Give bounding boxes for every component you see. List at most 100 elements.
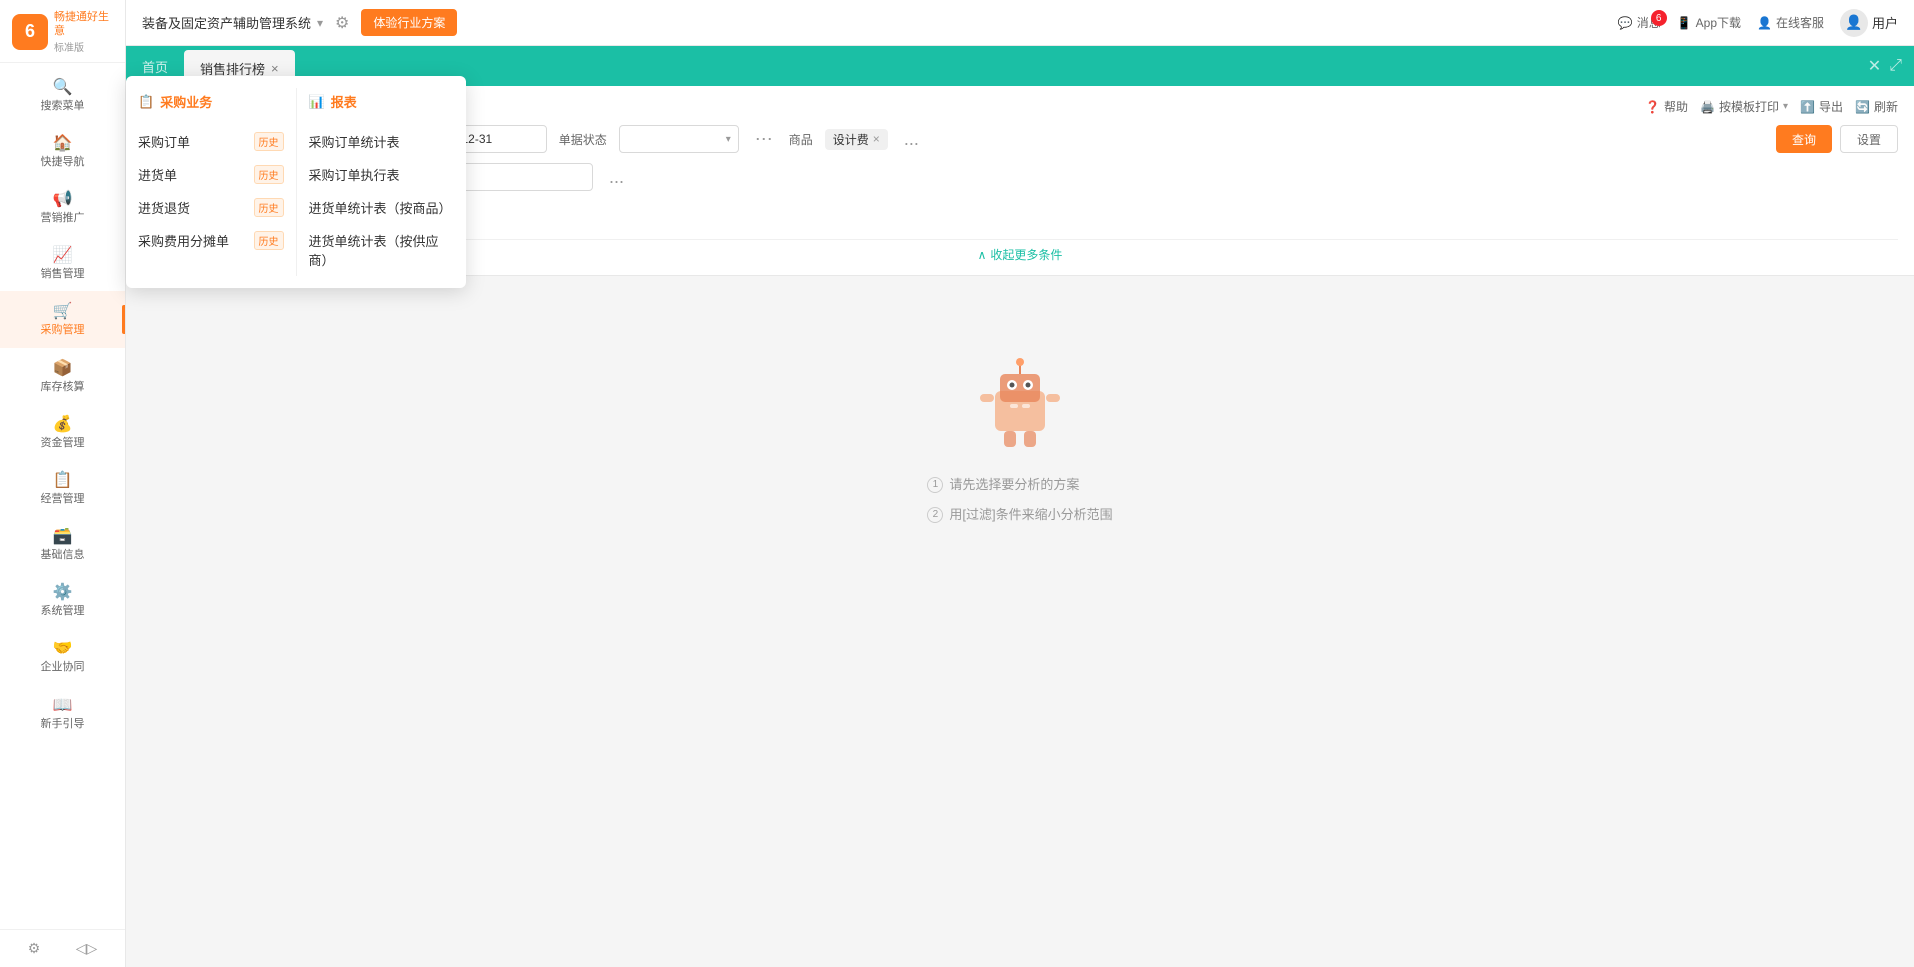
empty-hint-text-1: 请先选择要分析的方案: [949, 472, 1079, 498]
system-name-area: 装备及固定资产辅助管理系统 ▾: [142, 13, 323, 32]
marketing-icon: 📢: [53, 189, 73, 209]
sidebar-item-label: 资金管理: [41, 437, 85, 450]
operation-icon: 📋: [53, 470, 73, 490]
step-1-num: 1: [927, 477, 943, 493]
logo-area: 6 畅捷通好生意 标准版: [0, 0, 125, 63]
user-label: 用户: [1872, 13, 1898, 32]
purchase-order-history-badge: 历史: [254, 132, 284, 151]
goods-tag-close-icon[interactable]: ×: [873, 132, 880, 146]
dropdown-item-stock-stat-supplier[interactable]: 进货单统计表（按供应商）: [309, 224, 455, 276]
export-icon: ⬆️: [1800, 100, 1815, 114]
sidebar-item-basic-info[interactable]: 🗃️ 基础信息: [0, 516, 125, 572]
purchase-exec-label: 采购订单执行表: [309, 165, 400, 184]
logo-icon: 6: [12, 14, 48, 50]
refresh-icon: 🔄: [1855, 100, 1870, 114]
status-select[interactable]: [619, 125, 739, 153]
sidebar-footer: ⚙ ◁▷: [0, 929, 125, 967]
search-icon: 🔍: [53, 77, 73, 97]
tab-close-window-icon[interactable]: ✕: [1868, 56, 1881, 76]
purchase-order-label: 采购订单: [138, 132, 190, 151]
refresh-btn[interactable]: 🔄 刷新: [1855, 98, 1898, 115]
print-btn[interactable]: 🖨️ 按模板打印 ▾: [1700, 98, 1788, 115]
salesperson-dots[interactable]: ...: [605, 167, 628, 188]
purchase-fee-history-badge: 历史: [254, 231, 284, 250]
stock-return-history-badge: 历史: [254, 198, 284, 217]
status-select-wrapper: [619, 125, 739, 153]
system-icon: ⚙️: [53, 582, 73, 602]
user-area[interactable]: 👤 用户: [1840, 9, 1898, 37]
stock-stat-supplier-label: 进货单统计表（按供应商）: [309, 231, 455, 269]
system-name-text: 装备及固定资产辅助管理系统: [142, 13, 311, 32]
notification-btn[interactable]: 💬 消息 6: [1618, 14, 1661, 31]
sidebar-item-finance[interactable]: 💰 资金管理: [0, 404, 125, 460]
dropdown-purchase-title: 📋 采购业务: [138, 88, 284, 115]
dropdown-item-stock-in[interactable]: 进货单 历史: [138, 158, 284, 191]
tab-close-icon[interactable]: ×: [271, 61, 279, 76]
dropdown-item-stock-return[interactable]: 进货退货 历史: [138, 191, 284, 224]
sidebar-item-system[interactable]: ⚙️ 系统管理: [0, 572, 125, 628]
step-2-num: 2: [927, 507, 943, 523]
tab-expand-icon[interactable]: ⤢: [1889, 57, 1902, 75]
purchase-col-title-text: 采购业务: [160, 92, 212, 111]
sidebar-item-label: 企业协同: [41, 661, 85, 674]
topbar-settings-icon[interactable]: ⚙: [335, 13, 349, 33]
app-download-label: App下载: [1696, 14, 1741, 31]
goods-dots[interactable]: ...: [900, 129, 923, 150]
home-icon: 🏠: [53, 133, 73, 153]
query-btn[interactable]: 查询: [1776, 125, 1832, 153]
dropdown-item-purchase-fee[interactable]: 采购费用分摊单 历史: [138, 224, 284, 257]
sidebar-collapse-btn[interactable]: ◁▷: [76, 940, 98, 957]
sidebar-item-inventory[interactable]: 📦 库存核算: [0, 348, 125, 404]
status-label: 单据状态: [559, 131, 607, 148]
sales-icon: 📈: [53, 245, 73, 265]
export-btn[interactable]: ⬆️ 导出: [1800, 98, 1843, 115]
sidebar-item-label: 采购管理: [41, 324, 85, 337]
main-content: 装备及固定资产辅助管理系统 ▾ ⚙ 体验行业方案 💬 消息 6 📱 App下载 …: [126, 0, 1914, 967]
dropdown-item-stock-stat-goods[interactable]: 进货单统计表（按商品）: [309, 191, 455, 224]
dropdown-col-reports: 📊 报表 采购订单统计表 采购订单执行表 进货单统计表（按商品） 进货单统计表（…: [297, 88, 467, 276]
dropdown-item-purchase-exec[interactable]: 采购订单执行表: [309, 158, 455, 191]
tab-bar-actions: ✕ ⤢: [1868, 56, 1914, 76]
notification-badge: 6: [1651, 10, 1667, 26]
help-btn[interactable]: ❓ 帮助: [1645, 98, 1688, 115]
sidebar-item-purchase[interactable]: 🛒 采购管理: [0, 291, 125, 347]
sidebar-item-sales[interactable]: 📈 销售管理: [0, 235, 125, 291]
sidebar-item-label: 搜索菜单: [41, 100, 85, 113]
sidebar-item-cooperation[interactable]: 🤝 企业协同: [0, 628, 125, 684]
app-download-btn[interactable]: 📱 App下载: [1677, 14, 1741, 31]
sidebar-item-operation[interactable]: 📋 经营管理: [0, 460, 125, 516]
purchase-stat-label: 采购订单统计表: [309, 132, 400, 151]
topbar: 装备及固定资产辅助管理系统 ▾ ⚙ 体验行业方案 💬 消息 6 📱 App下载 …: [126, 0, 1914, 46]
filter-settings-btn[interactable]: 设置: [1840, 125, 1898, 153]
sidebar-item-label: 新手引导: [41, 718, 85, 731]
empty-hint: 1 请先选择要分析的方案 2 用[过滤]条件来缩小分析范围: [927, 472, 1112, 528]
purchase-col-icon: 📋: [138, 94, 154, 110]
app-icon: 📱: [1677, 16, 1692, 30]
system-name-dropdown-icon[interactable]: ▾: [317, 16, 323, 30]
empty-state: 1 请先选择要分析的方案 2 用[过滤]条件来缩小分析范围: [126, 276, 1914, 608]
cooperation-icon: 🤝: [53, 638, 73, 658]
sidebar-item-quick-nav[interactable]: 🏠 快捷导航: [0, 123, 125, 179]
status-dots[interactable]: ⋯: [751, 129, 777, 150]
stock-in-history-badge: 历史: [254, 165, 284, 184]
sidebar-item-guide[interactable]: 📖 新手引导: [0, 685, 125, 741]
reports-col-title-text: 报表: [331, 92, 357, 111]
reports-col-icon: 📊: [309, 94, 325, 110]
print-dropdown-icon[interactable]: ▾: [1783, 101, 1788, 112]
stock-return-label: 进货退货: [138, 198, 190, 217]
sidebar-settings-btn[interactable]: ⚙: [28, 940, 41, 957]
purchase-fee-label: 采购费用分摊单: [138, 231, 229, 250]
sidebar-item-marketing[interactable]: 📢 营销推广: [0, 179, 125, 235]
sidebar-item-label: 快捷导航: [41, 156, 85, 169]
sidebar-item-label: 基础信息: [41, 549, 85, 562]
industry-btn[interactable]: 体验行业方案: [361, 9, 457, 36]
collapse-btn[interactable]: ∧ 收起更多条件: [978, 246, 1063, 263]
help-icon: ❓: [1645, 100, 1660, 114]
sidebar-item-label: 经营管理: [41, 493, 85, 506]
dropdown-item-purchase-stat[interactable]: 采购订单统计表: [309, 125, 455, 158]
sidebar-item-search[interactable]: 🔍 搜索菜单: [0, 67, 125, 123]
tab-home-label: 首页: [142, 57, 168, 76]
online-service-btn[interactable]: 👤 在线客服: [1757, 14, 1824, 31]
goods-tag: 设计费 ×: [825, 129, 888, 150]
dropdown-item-purchase-order[interactable]: 采购订单 历史: [138, 125, 284, 158]
